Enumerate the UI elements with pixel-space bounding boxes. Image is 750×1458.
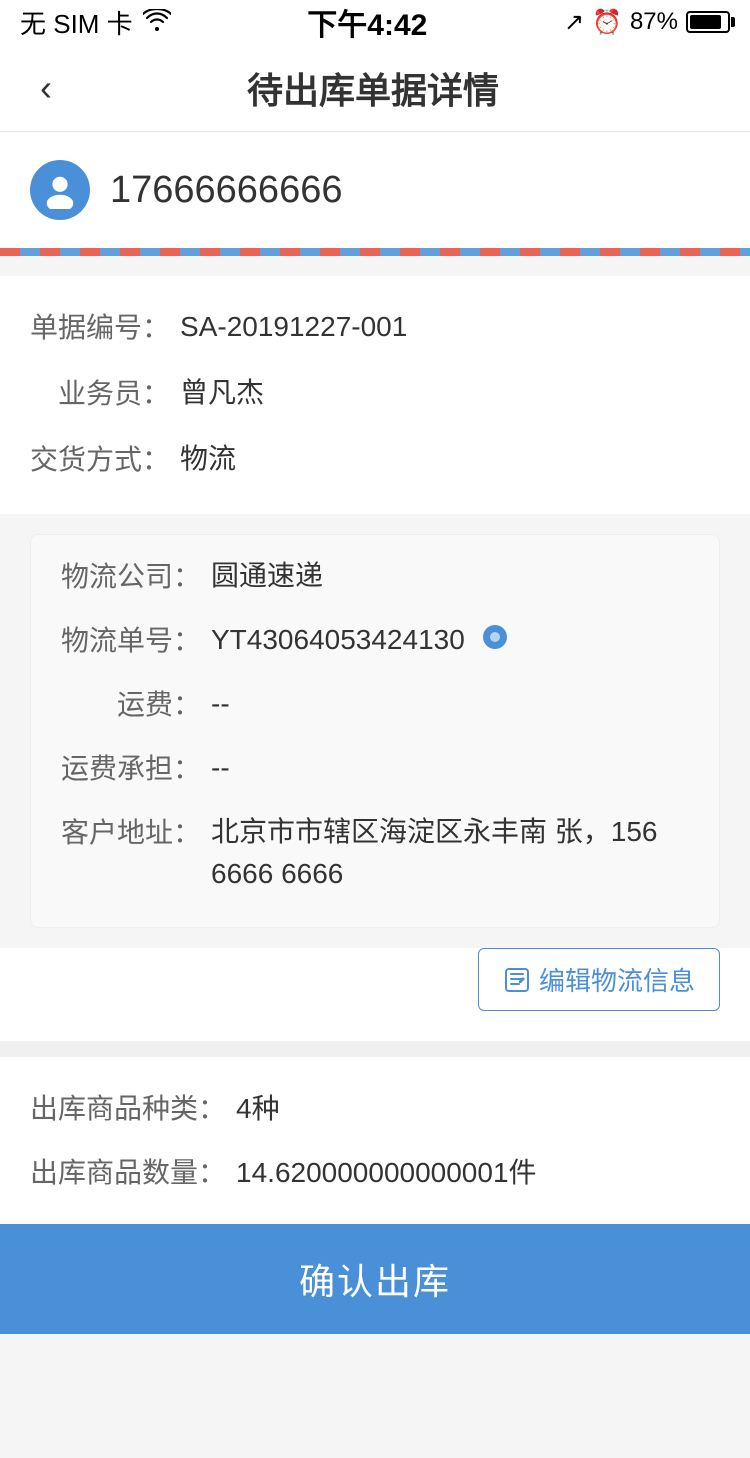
wifi-icon: [143, 7, 171, 38]
edit-btn-wrap: 编辑物流信息: [0, 948, 750, 1041]
order-no-value: SA-20191227-001: [180, 306, 720, 348]
freight-bear-label: 运费承担：: [51, 747, 201, 787]
product-quantity-row: 出库商品数量： 14.620000000000001件: [30, 1151, 720, 1191]
avatar: [30, 160, 90, 220]
tracking-label: 物流单号：: [51, 619, 201, 659]
freight-bear-row: 运费承担： --: [51, 747, 699, 789]
address-label: 客户地址：: [51, 811, 201, 851]
product-types-label: 出库商品种类：: [30, 1087, 226, 1127]
freight-label: 运费：: [51, 683, 201, 723]
back-button[interactable]: ‹: [30, 57, 62, 119]
delivery-value: 物流: [180, 438, 720, 480]
freight-row: 运费： --: [51, 683, 699, 725]
user-icon: [41, 171, 79, 209]
summary-section: 出库商品种类： 4种 出库商品数量： 14.620000000000001件: [0, 1057, 750, 1225]
status-bar: 无 SIM 卡 下午4:42 ↗ ⏰ 87%: [0, 0, 750, 44]
edit-icon: [503, 966, 531, 994]
freight-bear-value: --: [211, 747, 699, 789]
delivery-label: 交货方式：: [30, 438, 170, 478]
product-quantity-value: 14.620000000000001件: [236, 1151, 537, 1191]
logistics-card: 物流公司： 圆通速递 物流单号： YT43064053424130 运费： --…: [30, 534, 720, 928]
status-left: 无 SIM 卡: [20, 4, 171, 41]
customer-phone: 17666666666: [110, 169, 342, 212]
customer-header: 17666666666: [0, 132, 750, 248]
tracking-no-value: YT43064053424130: [211, 619, 465, 661]
edit-logistics-label: 编辑物流信息: [539, 961, 695, 998]
section-divider: [0, 1041, 750, 1057]
nav-bar: ‹ 待出库单据详情: [0, 44, 750, 132]
battery-percent: 87%: [630, 8, 678, 36]
order-no-label: 单据编号：: [30, 306, 170, 346]
page-title: 待出库单据详情: [72, 62, 674, 114]
product-quantity-label: 出库商品数量：: [30, 1151, 226, 1191]
product-types-value: 4种: [236, 1087, 280, 1127]
product-types-row: 出库商品种类： 4种: [30, 1087, 720, 1127]
edit-logistics-button[interactable]: 编辑物流信息: [478, 948, 720, 1011]
decorative-dashed-line: [0, 248, 750, 256]
bottom-spacer: [0, 1318, 750, 1458]
basic-info-section: 单据编号： SA-20191227-001 业务员： 曾凡杰 交货方式： 物流: [0, 276, 750, 514]
confirm-button-wrap[interactable]: 确认出库: [0, 1224, 750, 1334]
alarm-icon: ⏰: [592, 8, 622, 37]
delivery-row: 交货方式： 物流: [30, 438, 720, 480]
salesman-label: 业务员：: [30, 372, 170, 412]
freight-value: --: [211, 683, 699, 725]
address-value: 北京市市辖区海淀区永丰南 张，156 6666 6666: [211, 811, 699, 895]
map-pin-icon[interactable]: [477, 622, 513, 658]
order-no-row: 单据编号： SA-20191227-001: [30, 306, 720, 348]
logistics-company-label: 物流公司：: [51, 555, 201, 595]
salesman-row: 业务员： 曾凡杰: [30, 372, 720, 414]
salesman-value: 曾凡杰: [180, 372, 720, 414]
location-status-icon: ↗: [564, 8, 584, 37]
address-row: 客户地址： 北京市市辖区海淀区永丰南 张，156 6666 6666: [51, 811, 699, 895]
logistics-company-row: 物流公司： 圆通速递: [51, 555, 699, 597]
status-time: 下午4:42: [307, 0, 427, 44]
sim-label: 无 SIM 卡: [20, 4, 133, 41]
status-right: ↗ ⏰ 87%: [564, 8, 730, 37]
tracking-row: 物流单号： YT43064053424130: [51, 619, 699, 661]
battery-icon: [686, 11, 730, 33]
confirm-button-label: 确认出库: [299, 1253, 451, 1305]
logistics-company-value: 圆通速递: [211, 555, 699, 597]
